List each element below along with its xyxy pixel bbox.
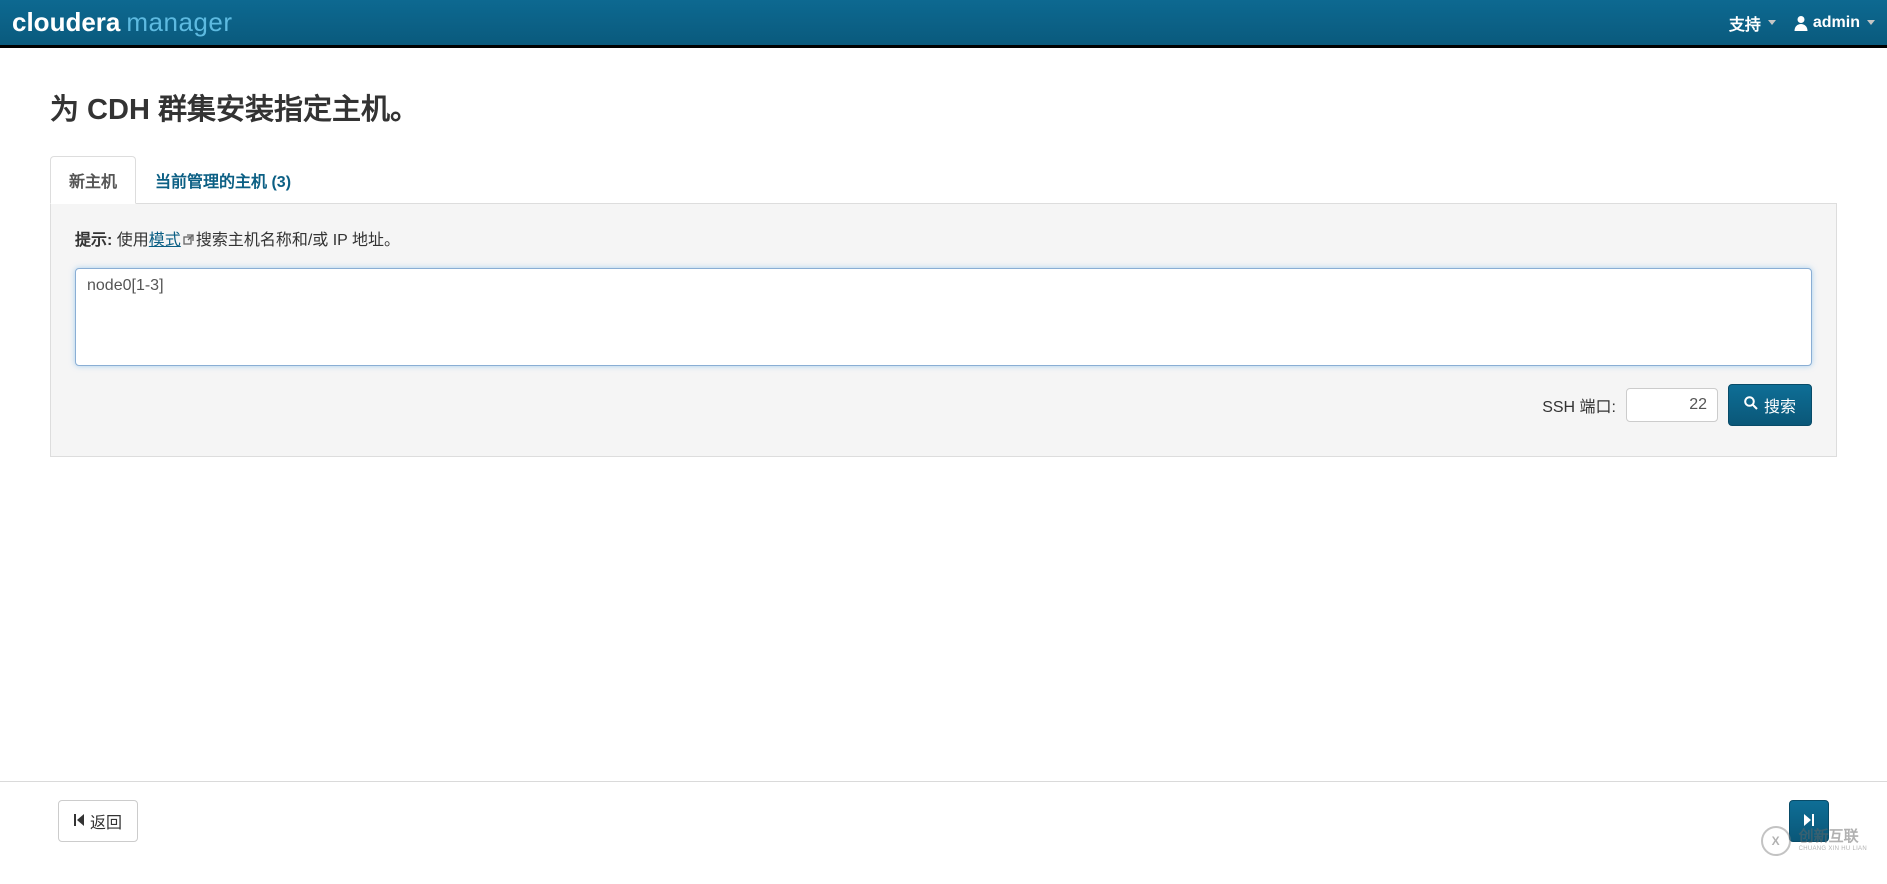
hint-after: 搜索主机名称和/或 IP 地址。: [196, 232, 400, 249]
navbar: cloudera manager 支持 admin: [0, 0, 1887, 48]
footer-bar: 返回: [0, 781, 1887, 860]
user-name-label: admin: [1813, 14, 1860, 32]
external-link-icon: [183, 234, 194, 248]
step-backward-icon: [74, 814, 84, 829]
tab-new-hosts[interactable]: 新主机: [50, 156, 136, 204]
watermark-logo-icon: X: [1761, 826, 1791, 856]
back-button[interactable]: 返回: [58, 800, 138, 842]
caret-down-icon: [1867, 20, 1875, 25]
page-title: 为 CDH 群集安装指定主机。: [50, 86, 1837, 128]
brand-logo[interactable]: cloudera manager: [12, 7, 233, 38]
hosts-input[interactable]: node0[1-3]: [75, 268, 1812, 366]
main-content: 为 CDH 群集安装指定主机。 新主机 当前管理的主机 (3) 提示: 使用模式…: [0, 48, 1887, 477]
search-button-label: 搜索: [1764, 393, 1796, 417]
tab-managed-hosts[interactable]: 当前管理的主机 (3): [136, 156, 310, 204]
watermark-text: 创新互联 CHUANG XIN HU LIAN: [1799, 829, 1867, 852]
hint-text: 提示: 使用模式 搜索主机名称和/或 IP 地址。: [75, 226, 1812, 250]
caret-down-icon: [1768, 20, 1776, 25]
brand-cloudera: cloudera: [12, 7, 120, 38]
ssh-port-input[interactable]: [1626, 388, 1718, 422]
search-row: SSH 端口: 搜索: [75, 384, 1812, 426]
support-label: 支持: [1729, 11, 1761, 35]
pattern-link[interactable]: 模式: [149, 232, 181, 249]
hint-prefix: 提示:: [75, 232, 112, 249]
tabs: 新主机 当前管理的主机 (3): [50, 156, 1837, 204]
navbar-right: 支持 admin: [1729, 11, 1875, 35]
watermark: X 创新互联 CHUANG XIN HU LIAN: [1761, 826, 1867, 856]
search-button[interactable]: 搜索: [1728, 384, 1812, 426]
hint-before: 使用: [112, 232, 148, 249]
search-icon: [1744, 396, 1758, 415]
user-icon: [1794, 15, 1808, 31]
brand-manager: manager: [126, 7, 232, 38]
support-menu[interactable]: 支持: [1729, 11, 1776, 35]
ssh-port-label: SSH 端口:: [1542, 393, 1616, 417]
user-menu[interactable]: admin: [1794, 14, 1875, 32]
tab-content: 提示: 使用模式 搜索主机名称和/或 IP 地址。 node0[1-3] SSH…: [50, 204, 1837, 457]
back-button-label: 返回: [90, 809, 122, 833]
